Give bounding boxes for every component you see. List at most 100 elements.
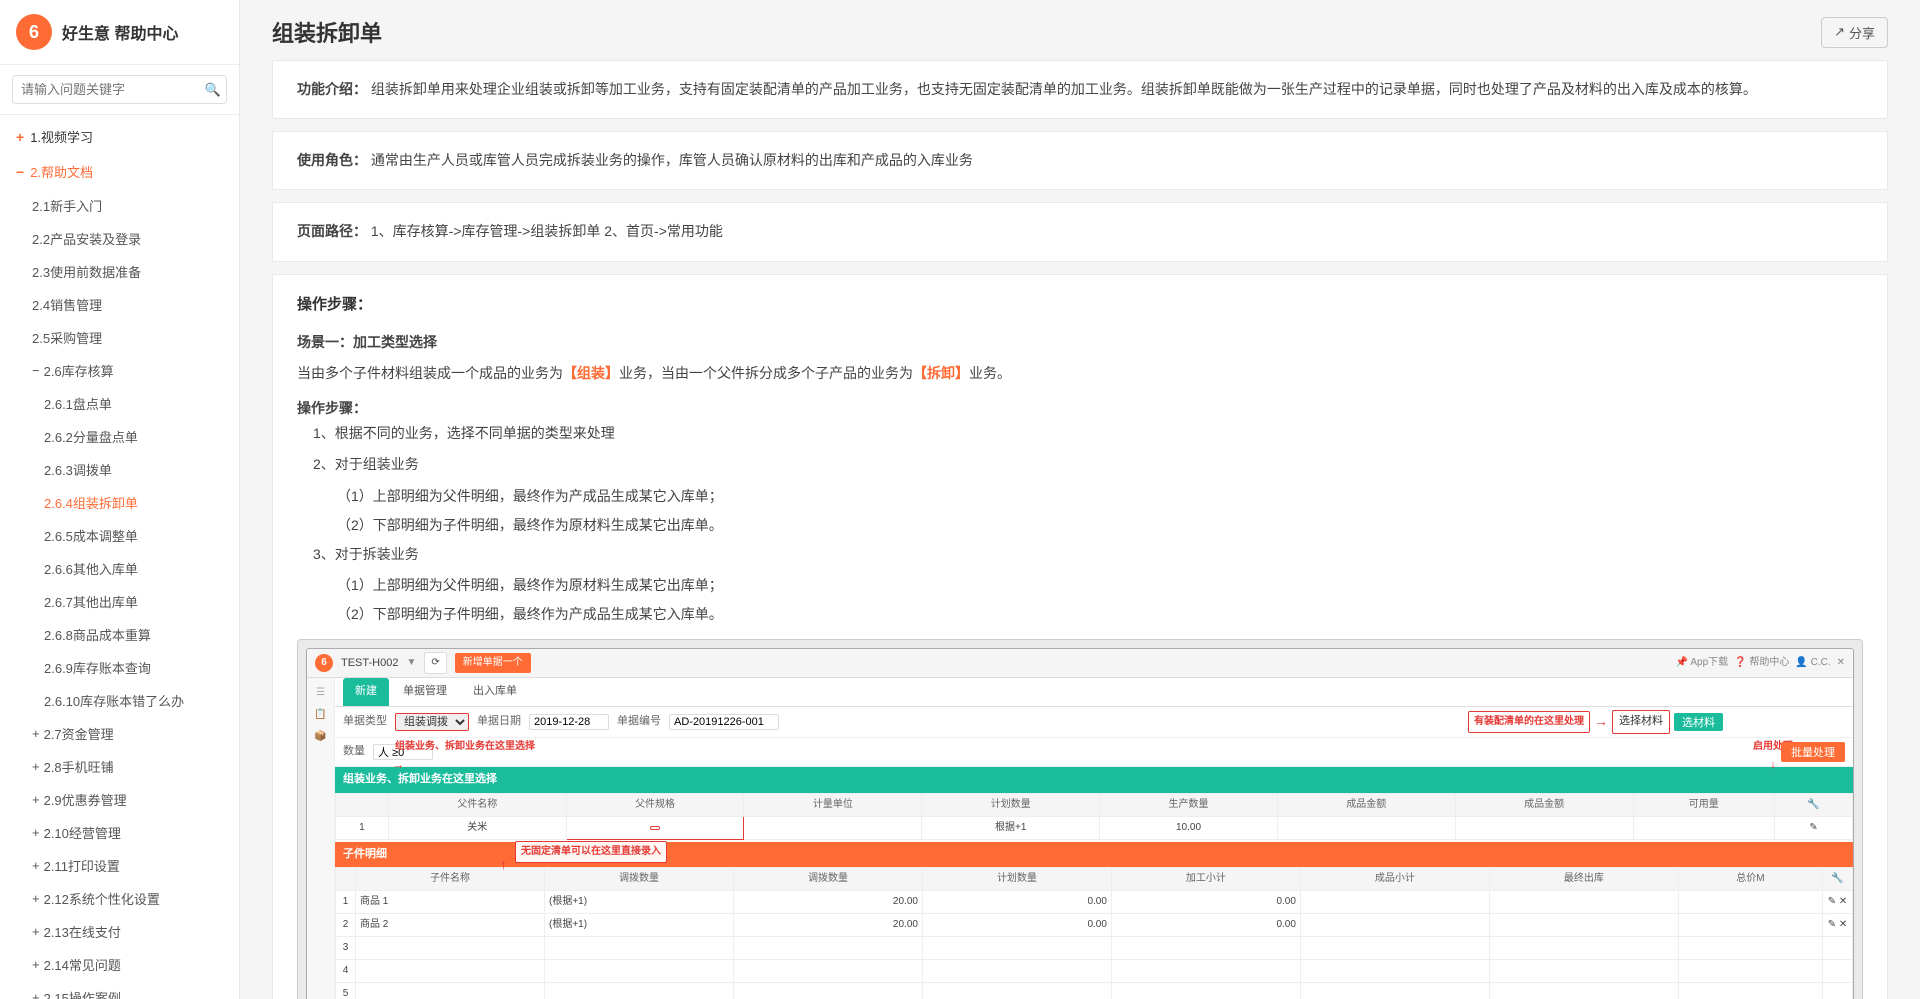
sidebar-item-assembly[interactable]: 2.6.4组装拆卸单 [0,486,239,519]
app-new-doc-btn[interactable]: 新增单据一个 [455,653,531,673]
sidebar-item-payment[interactable]: +2.13在线支付 [0,915,239,948]
lower-th-6: 成品小计 [1300,868,1489,891]
intro-text: 组装拆卸单用来处理企业组装或拆卸等加工业务，支持有固定装配清单的产品加工业务，也… [371,81,1757,97]
sidebar-item-transfer[interactable]: 2.6.3调拨单 [0,453,239,486]
upper-th-0 [336,793,389,816]
sidebar-header: 6 好生意 帮助中心 [0,0,239,65]
batch-btn[interactable]: 批量处理 [1781,742,1845,762]
expand-icon-print: + [32,858,40,873]
upper-th-5: 生产数量 [1100,793,1278,816]
intro-label: 功能介绍： [297,81,367,97]
scenario1-title: 场景一：加工类型选择 [297,330,1863,355]
lower-row-1: 1 商品 1 (根据+1) 20.00 0.00 0.00 [336,891,1853,914]
sidebar-item-biz[interactable]: +2.10经营管理 [0,816,239,849]
search-button[interactable]: 🔍 [205,82,221,98]
expand-icon-faq: + [32,957,40,972]
date-input[interactable] [529,714,609,730]
step3: 3、对于拆装业务 [313,542,1863,567]
type-select[interactable]: 组装调拨 [395,713,469,731]
lower-cell-action-1[interactable]: ✎ ✕ [1823,891,1853,914]
lower-cell-c3-2: (根据+1) [544,914,733,937]
nav-icon-1[interactable]: ☰ [316,684,325,702]
nav-icon-3[interactable]: 📦 [314,728,326,746]
tab-new[interactable]: 新建 [343,678,389,706]
sidebar-item-label: 2.帮助文档 [30,162,93,181]
annotation-arrow-2: ↑ [387,764,409,770]
ops-title: 操作步骤： [297,291,1863,318]
tab-list[interactable]: 单据管理 [391,678,459,706]
sidebar-item-faq[interactable]: +2.14常见问题 [0,948,239,981]
tab-other[interactable]: 出入库单 [461,678,529,706]
expand-icon-system: + [32,891,40,906]
assembly-field[interactable]: 选择材料 [1612,710,1670,734]
lower-row-5: 5 [336,983,1853,999]
step1: 1、根据不同的业务，选择不同单据的类型来处理 [313,421,1863,446]
close-icon[interactable]: ✕ [1837,654,1845,672]
path-card: 页面路径： 1、库存核算->库存管理->组装拆卸单 2、首页->常用功能 [272,202,1888,261]
sidebar-item-label: 1.视频学习 [30,127,93,146]
sidebar-item-ledger-error[interactable]: 2.6.10库存账本错了么办 [0,684,239,717]
sidebar-item-sales[interactable]: 2.4销售管理 [0,288,239,321]
sidebar-item-docs[interactable]: − 2.帮助文档 [0,154,239,189]
intro-card: 功能介绍： 组装拆卸单用来处理企业组装或拆卸等加工业务，支持有固定装配清单的产品… [272,60,1888,119]
lower-row-4: 4 [336,960,1853,983]
sidebar-item-cases[interactable]: +2.15操作案例 [0,981,239,999]
sidebar-item-partial-stocktake[interactable]: 2.6.2分量盘点单 [0,420,239,453]
lower-cell-name-2: 商品 2 [356,914,545,937]
lower-table: 子件名称 调拨数量 调拨数量 计划数量 加工小计 成品小计 最终出库 总价M � [335,867,1853,999]
step2: 2、对于组装业务 [313,452,1863,477]
sidebar-item-data-prep[interactable]: 2.3使用前数据准备 [0,255,239,288]
sidebar-item-stocktake[interactable]: 2.6.1盘点单 [0,387,239,420]
sidebar-item-newbie[interactable]: 2.1新手入门 [0,189,239,222]
sidebar-item-finance[interactable]: +2.7资金管理 [0,717,239,750]
upper-th-1: 父件名称 [388,793,566,816]
lower-th-4: 计划数量 [922,868,1111,891]
date-label: 单据日期 [477,712,521,732]
upper-th-8: 可用量 [1633,793,1775,816]
app-dropdown: ▼ [406,654,416,672]
search-input[interactable] [12,75,227,104]
app-logo: 6 [315,654,333,672]
nav-section: + 1.视频学习 − 2.帮助文档 2.1新手入门 2.2产品安装及登录 2.3… [0,115,239,999]
lower-th-3: 调拨数量 [733,868,922,891]
app-window-title: TEST-H002 [341,654,398,674]
sidebar-item-videos[interactable]: + 1.视频学习 [0,119,239,154]
expand-icon-payment: + [32,924,40,939]
upper-cell-unit [744,816,922,839]
upper-cell-action[interactable]: ✎ [1775,816,1853,839]
annotation-label-2: 组装业务、拆卸业务在这里选择 [395,738,535,756]
expand-icon-mobile: + [32,759,40,774]
app-icon-1: 📌 App下载 [1676,654,1728,672]
sidebar-item-system[interactable]: +2.12系统个性化设置 [0,882,239,915]
path-text: 1、库存核算->库存管理->组装拆卸单 2、首页->常用功能 [371,223,723,239]
sidebar-item-inventory[interactable]: −2.6库存核算 [0,354,239,387]
sidebar-item-mobile[interactable]: +2.8手机旺铺 [0,750,239,783]
upper-th-3: 计量单位 [744,793,922,816]
upper-th-9: 🔧 [1775,793,1853,816]
sidebar-item-other-out[interactable]: 2.6.7其他出库单 [0,585,239,618]
select-material-btn[interactable]: 选材料 [1674,713,1723,731]
annotation-assembly: 有装配清单的在这里处理 → 选择材料 选材料 [1468,709,1723,734]
expand-icon-biz: + [32,825,40,840]
sidebar-item-purchase[interactable]: 2.5采购管理 [0,321,239,354]
collapse-sub-icon: − [32,363,40,378]
sidebar-item-install[interactable]: 2.2产品安装及登录 [0,222,239,255]
upper-th-6: 成品金额 [1277,793,1455,816]
share-button[interactable]: ↗ 分享 [1821,17,1888,48]
app-refresh[interactable]: ⟳ [424,652,446,674]
upper-section-header: 组装业务、拆卸业务在这里选择 [335,767,1853,793]
sidebar-item-other-in[interactable]: 2.6.6其他入库单 [0,552,239,585]
lower-cell-c6-2: 0.00 [1111,914,1300,937]
sidebar-item-print[interactable]: +2.11打印设置 [0,849,239,882]
sidebar-item-cost-adj[interactable]: 2.6.5成本调整单 [0,519,239,552]
qty-label: 数量 [343,742,365,762]
num-input[interactable] [669,714,779,730]
lower-cell-c8-2 [1489,914,1678,937]
lower-cell-action-2[interactable]: ✎ ✕ [1823,914,1853,937]
sidebar-item-coupon[interactable]: +2.9优惠券管理 [0,783,239,816]
nav-icon-2[interactable]: 📋 [314,706,326,724]
lower-cell-c7-2 [1300,914,1489,937]
lower-cell-c3-1: (根据+1) [544,891,733,914]
sidebar-item-cost-recalc[interactable]: 2.6.8商品成本重算 [0,618,239,651]
sidebar-item-ledger[interactable]: 2.6.9库存账本查询 [0,651,239,684]
